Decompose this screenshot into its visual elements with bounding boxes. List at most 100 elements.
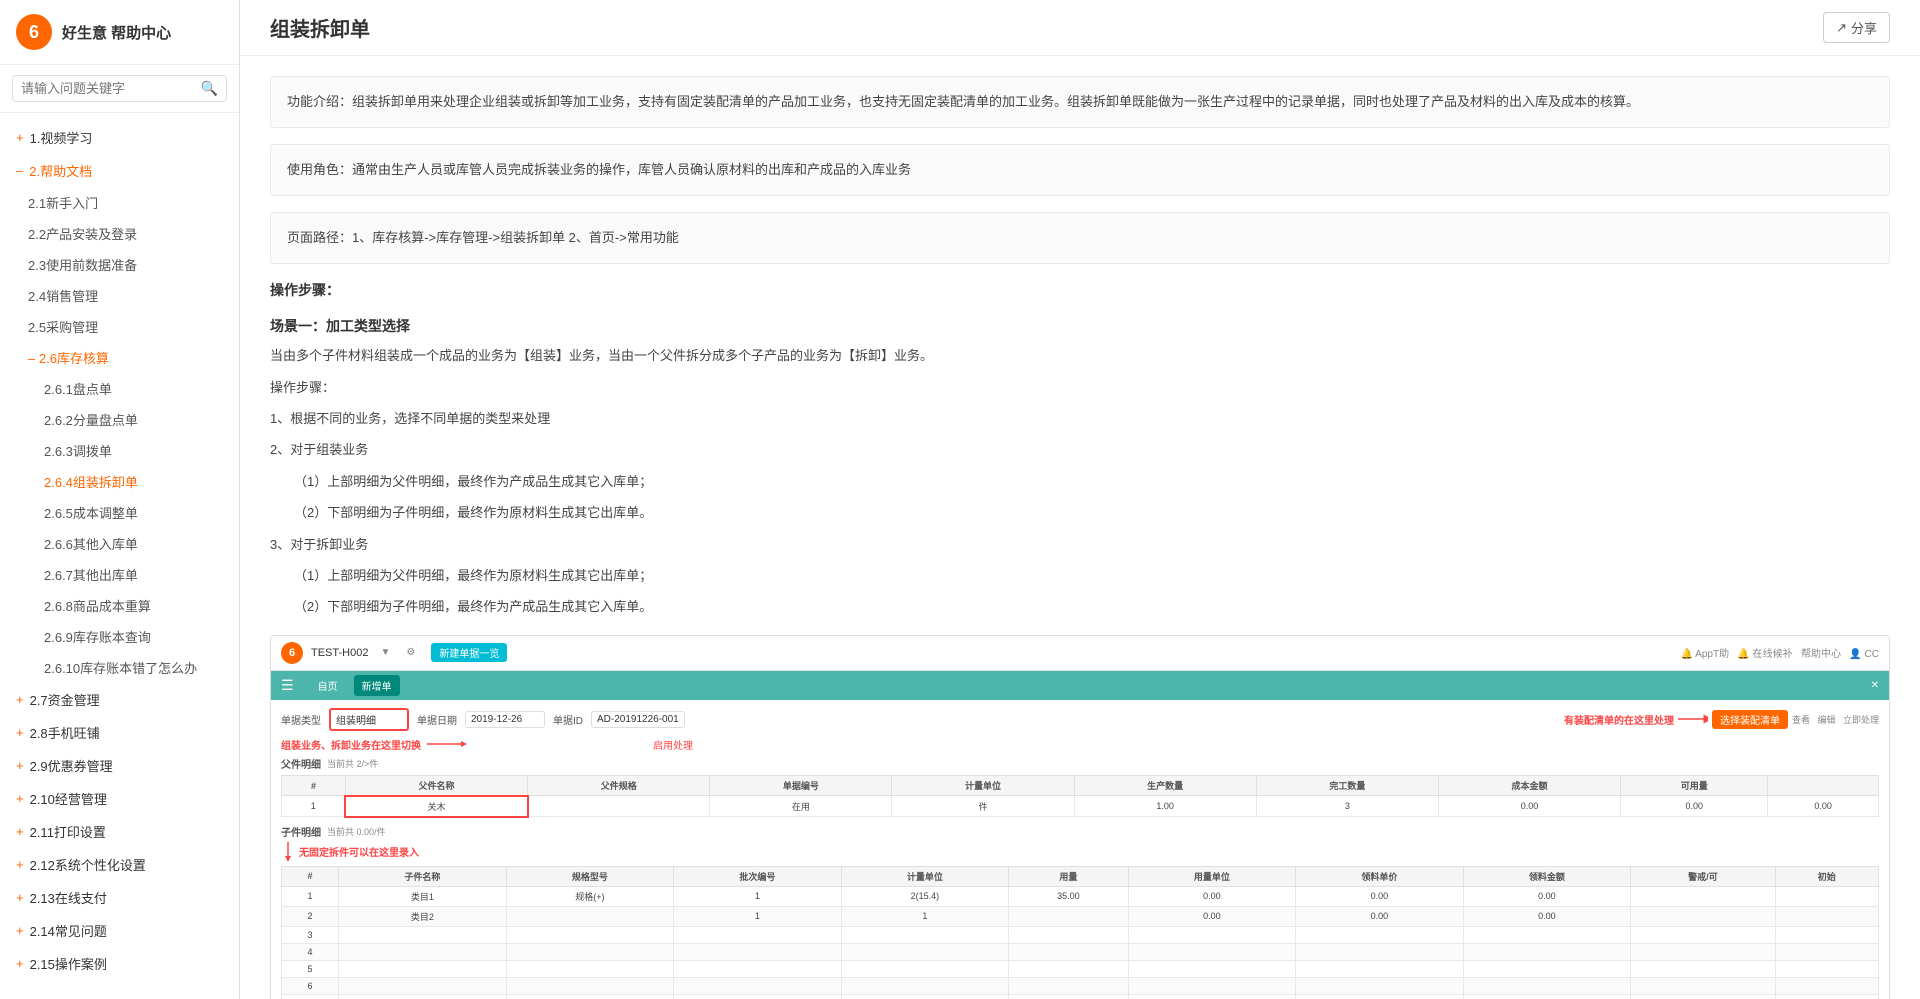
upper-td-avail: 0.00 <box>1621 796 1768 817</box>
sidebar-item-biz[interactable]: + 2.10经营管理 <box>0 782 239 815</box>
upper-td-ops: 0.00 <box>1768 796 1879 817</box>
search-area: 🔍 <box>0 65 239 113</box>
lower-th-price: 领料单价 <box>1296 866 1464 886</box>
lower-table: # 子件名称 规格型号 批次编号 计量单位 用量 用量单位 领料单价 领料金额 … <box>281 866 1879 999</box>
sidebar-item-mobile[interactable]: + 2.8手机旺铺 <box>0 716 239 749</box>
mock-form-row-1: 单据类型 组装明细 单据日期 2019-12-26 单据ID AD-201912… <box>281 708 1879 731</box>
lower-td-unit2-2: 0.00 <box>1128 906 1296 926</box>
top-bar: 组装拆卸单 ↗ 分享 <box>240 0 1920 56</box>
lower-tr-4: 4 <box>282 943 1879 960</box>
mock-doc-type-label: 单据类型 <box>281 712 321 727</box>
lower-tr-3: 3 <box>282 926 1879 943</box>
sidebar-item-print[interactable]: + 2.11打印设置 <box>0 815 239 848</box>
lower-table-label-row: 子件明细 当前共 0.00/件 <box>281 824 1879 839</box>
upper-th-ops <box>1768 775 1879 796</box>
upper-th-unit: 计量单位 <box>892 775 1074 796</box>
sidebar-sub-newbie[interactable]: 2.1新手入门 <box>0 187 239 218</box>
lower-tr-2: 2 类目2 1 1 0.00 0.00 0.00 <box>282 906 1879 926</box>
sidebar-sub-inventory[interactable]: – 2.6库存核算 <box>0 342 239 373</box>
ops-heading: 操作步骤： <box>270 280 1890 300</box>
intro-box: 功能介绍：组装拆卸单用来处理企业组装或拆卸等加工业务，支持有固定装配清单的产品加… <box>270 76 1890 128</box>
lower-td-unit-1: 2(15.4) <box>841 886 1009 906</box>
upper-th-produce: 生产数量 <box>1074 775 1256 796</box>
annotation-right-label: 启用处理 <box>653 737 693 752</box>
share-button[interactable]: ↗ 分享 <box>1823 12 1890 43</box>
lower-td-avail-2 <box>1631 906 1775 926</box>
content-body: 功能介绍：组装拆卸单用来处理企业组装或拆卸等加工业务，支持有固定装配清单的产品加… <box>240 56 1920 999</box>
search-box: 🔍 <box>12 75 227 102</box>
sidebar-item-coupon[interactable]: + 2.9优惠券管理 <box>0 749 239 782</box>
mock-form-content: 单据类型 组装明细 单据日期 2019-12-26 单据ID AD-201912… <box>271 700 1889 999</box>
search-icon[interactable]: 🔍 <box>201 80 218 97</box>
nav-list: + 1.视频学习 – 2.帮助文档 2.1新手入门 2.2产品安装及登录 2.3… <box>0 113 239 988</box>
sidebar-sub-other-in[interactable]: 2.6.6其他入库单 <box>0 528 239 559</box>
role-box: 使用角色：通常由生产人员或库管人员完成拆装业务的操作，库管人员确认原材料的出库和… <box>270 144 1890 196</box>
path-box: 页面路径：1、库存核算->库存管理->组装拆卸单 2、首页->常用功能 <box>270 212 1890 264</box>
search-input[interactable] <box>21 81 201 96</box>
lower-th-available: 警戒/可 <box>1631 866 1775 886</box>
sidebar-sub-partial-stocktake[interactable]: 2.6.2分量盘点单 <box>0 404 239 435</box>
lower-th-num: # <box>282 866 339 886</box>
upper-td-spec <box>528 796 710 817</box>
upper-th-avail: 可用量 <box>1621 775 1768 796</box>
sidebar-item-online[interactable]: + 2.13在线支付 <box>0 881 239 914</box>
upper-td-name: 关木 <box>345 796 527 817</box>
mock-doc-id-input: AD-20191226-001 <box>591 711 685 728</box>
logo-icon: 6 <box>16 14 52 50</box>
mock-app: 6 TEST-H002 ▼ ⚙ 新建单据一览 🔔 AppT助 🔔 在线候补 帮助… <box>271 636 1889 999</box>
lower-td-avail-1 <box>1631 886 1775 906</box>
logo-area: 6 好生意 帮助中心 <box>0 0 239 65</box>
lower-td-unit-2: 1 <box>841 906 1009 926</box>
lower-tr-5: 5 <box>282 960 1879 977</box>
sidebar-item-faq[interactable]: + 2.14常见问题 <box>0 914 239 947</box>
sidebar-sub-data[interactable]: 2.3使用前数据准备 <box>0 249 239 280</box>
share-icon: ↗ <box>1836 20 1847 36</box>
sidebar-sub-ledger[interactable]: 2.6.9库存账本查询 <box>0 621 239 652</box>
plus-icon-online: + <box>16 890 24 905</box>
lower-td-name-2: 类目2 <box>339 906 507 926</box>
role-text: 使用角色：通常由生产人员或库管人员完成拆装业务的操作，库管人员确认原材料的出库和… <box>287 162 911 177</box>
upper-td-unit: 件 <box>892 796 1074 817</box>
upper-table-label: 父件明细 <box>281 756 321 771</box>
lower-td-amount-1: 0.00 <box>1463 886 1631 906</box>
lower-th-name: 子件名称 <box>339 866 507 886</box>
plus-icon-biz: + <box>16 791 24 806</box>
page-title: 组装拆卸单 <box>270 13 370 42</box>
sidebar-item-docs[interactable]: – 2.帮助文档 <box>0 154 239 187</box>
mock-tab-new: 新增单 <box>354 675 400 696</box>
sidebar-sub-sales[interactable]: 2.4销售管理 <box>0 280 239 311</box>
sidebar-sub-other-out[interactable]: 2.6.7其他出库单 <box>0 559 239 590</box>
lower-table-label: 子件明细 <box>281 824 321 839</box>
sidebar-sub-cost-adj[interactable]: 2.6.5成本调整单 <box>0 497 239 528</box>
mock-doc-type-input: 组装明细 <box>329 708 409 731</box>
main-content: 组装拆卸单 ↗ 分享 功能介绍：组装拆卸单用来处理企业组装或拆卸等加工业务，支持… <box>240 0 1920 999</box>
sidebar-sub-install[interactable]: 2.2产品安装及登录 <box>0 218 239 249</box>
mock-doc-id-label: 单据ID <box>553 712 583 727</box>
sidebar-item-video[interactable]: + 1.视频学习 <box>0 121 239 154</box>
upper-table-label-row: 父件明细 当前共 2/>件 <box>281 756 1879 771</box>
sidebar-item-cases[interactable]: + 2.15操作案例 <box>0 947 239 980</box>
sidebar-item-custom[interactable]: + 2.12系统个性化设置 <box>0 848 239 881</box>
lower-th-ops: 初始 <box>1775 866 1879 886</box>
lower-td-num-2: 2 <box>282 906 339 926</box>
lower-th-unit2: 用量单位 <box>1128 866 1296 886</box>
sidebar-sub-purchase[interactable]: 2.5采购管理 <box>0 311 239 342</box>
mock-logo: 6 <box>281 642 303 664</box>
nav-sub-list: 2.1新手入门 2.2产品安装及登录 2.3使用前数据准备 2.4销售管理 2.… <box>0 187 239 683</box>
lower-td-ops-1 <box>1775 886 1879 906</box>
minus-icon-inv: – <box>28 351 35 366</box>
sidebar-sub-ledger-fix[interactable]: 2.6.10库存账本错了怎么办 <box>0 652 239 683</box>
lower-td-num-1: 1 <box>282 886 339 906</box>
sidebar-sub-transfer[interactable]: 2.6.3调拨单 <box>0 435 239 466</box>
sidebar-item-finance[interactable]: + 2.7资金管理 <box>0 683 239 716</box>
sidebar-sub-assembly[interactable]: 2.6.4组装拆卸单 <box>0 466 239 497</box>
upper-td-num: 1 <box>282 796 346 817</box>
step3-1: （1）上部明细为父件明细，最终作为原材料生成其它出库单； <box>270 564 1890 587</box>
minus-icon: – <box>16 163 23 178</box>
lower-td-amount-2: 0.00 <box>1463 906 1631 926</box>
upper-th-cost: 成本金额 <box>1438 775 1620 796</box>
upper-th-num: # <box>282 775 346 796</box>
sidebar-sub-cost-recalc[interactable]: 2.6.8商品成本重算 <box>0 590 239 621</box>
plus-icon-custom: + <box>16 857 24 872</box>
sidebar-sub-stocktake[interactable]: 2.6.1盘点单 <box>0 373 239 404</box>
